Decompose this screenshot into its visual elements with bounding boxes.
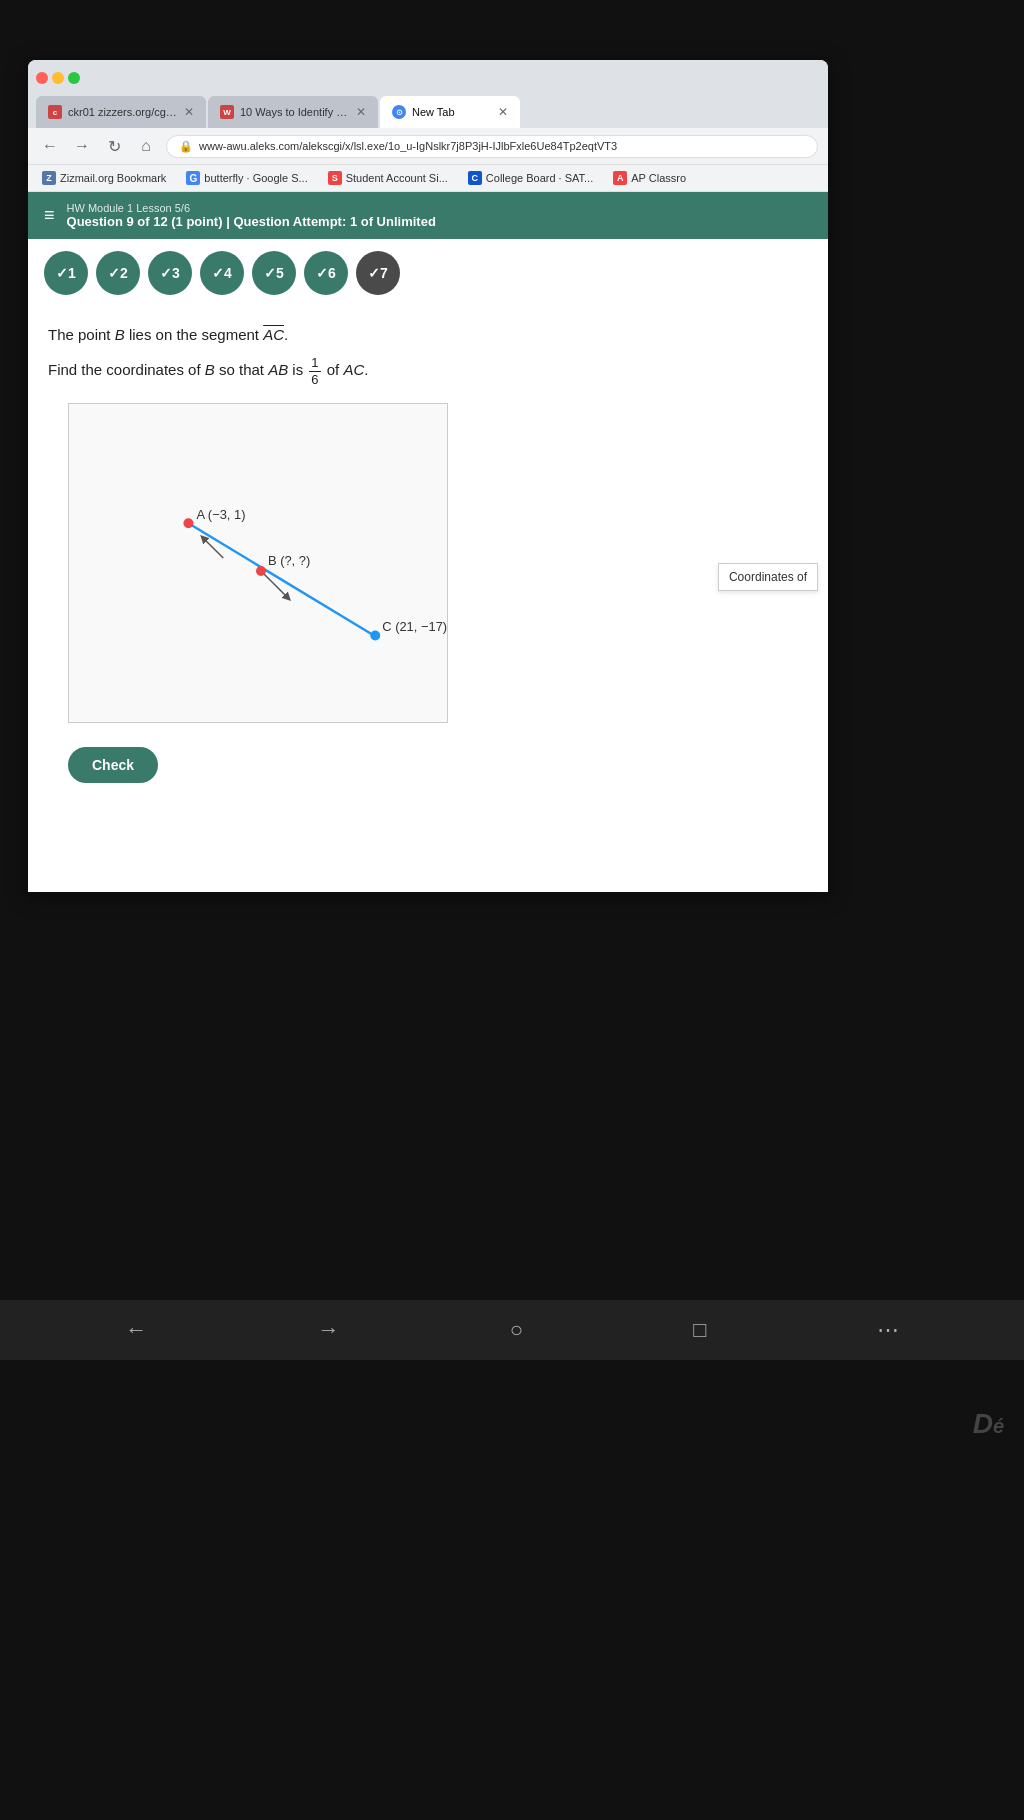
menu-icon[interactable]: ≡ — [44, 205, 55, 226]
forward-nav-button[interactable]: → — [70, 134, 94, 158]
coords-panel: Coordinates of — [718, 563, 818, 591]
svg-text:B (?, ?): B (?, ?) — [268, 553, 310, 568]
tab-close-witch[interactable]: ✕ — [356, 105, 366, 119]
svg-text:A (−3, 1): A (−3, 1) — [196, 507, 245, 522]
segment-ac-overline: AC — [263, 326, 284, 343]
bookmark-label-butterfly: butterfly · Google S... — [204, 172, 307, 184]
url-text: www-awu.aleks.com/alekscgi/x/lsl.exe/1o_… — [199, 140, 617, 152]
bookmark-label-collegeboard: College Board · SAT... — [486, 172, 593, 184]
bookmark-butterfly[interactable]: G butterfly · Google S... — [182, 169, 311, 187]
back-nav-button[interactable]: ← — [38, 134, 62, 158]
page-content: ≡ HW Module 1 Lesson 5/6 Question 9 of 1… — [28, 192, 828, 892]
graph-svg: A (−3, 1) B (?, ?) C (21, −17) — [69, 404, 447, 722]
mobile-recents-icon[interactable]: □ — [693, 1317, 706, 1343]
bookmark-zizmail[interactable]: Z Zizmail.org Bookmark — [38, 169, 170, 187]
q-btn-5[interactable]: ✓5 — [252, 251, 296, 295]
bookmark-favicon-collegeboard: C — [468, 171, 482, 185]
bookmark-collegeboard[interactable]: C College Board · SAT... — [464, 169, 597, 187]
minimize-button[interactable] — [52, 72, 64, 84]
q-btn-3[interactable]: ✓3 — [148, 251, 192, 295]
browser-window: c ckr01 zizzers.org/cgi-bin/ck/fbs ✕ W 1… — [28, 60, 828, 892]
hw-header-text: HW Module 1 Lesson 5/6 Question 9 of 12 … — [67, 202, 436, 229]
tab-label-witch: 10 Ways to Identify a Witch — [240, 106, 350, 118]
graph-wrapper: A (−3, 1) B (?, ?) C (21, −17) Coordinat… — [48, 403, 808, 723]
mobile-forward-icon[interactable]: → — [317, 1317, 339, 1343]
tab-witch[interactable]: W 10 Ways to Identify a Witch ✕ — [208, 96, 378, 128]
refresh-nav-button[interactable]: ↻ — [102, 134, 126, 158]
question-nav: ✓1 ✓2 ✓3 ✓4 ✓5 ✓6 ✓7 — [28, 239, 828, 307]
bookmarks-bar: Z Zizmail.org Bookmark G butterfly · Goo… — [28, 165, 828, 192]
bookmark-apclassro[interactable]: A AP Classro — [609, 169, 690, 187]
mobile-back-icon[interactable]: ← — [125, 1317, 147, 1343]
tab-ckr01[interactable]: c ckr01 zizzers.org/cgi-bin/ck/fbs ✕ — [36, 96, 206, 128]
problem-area: The point B lies on the segment AC. Find… — [28, 307, 828, 819]
svg-point-4 — [183, 518, 193, 528]
bookmark-favicon-student: S — [328, 171, 342, 185]
hw-question-label: Question 9 of 12 (1 point) | Question At… — [67, 214, 436, 229]
svg-point-8 — [370, 631, 380, 641]
problem-text-2: Find the coordinates of B so that AB is … — [48, 355, 808, 387]
tabs-bar: c ckr01 zizzers.org/cgi-bin/ck/fbs ✕ W 1… — [28, 96, 828, 128]
check-button[interactable]: Check — [68, 747, 158, 783]
bookmark-student[interactable]: S Student Account Si... — [324, 169, 452, 187]
desktop: c ckr01 zizzers.org/cgi-bin/ck/fbs ✕ W 1… — [0, 0, 1024, 1820]
home-nav-button[interactable]: ⌂ — [134, 134, 158, 158]
tab-newtab[interactable]: ⊙ New Tab ✕ — [380, 96, 520, 128]
fraction-one-sixth: 1 6 — [309, 355, 320, 387]
hw-header: ≡ HW Module 1 Lesson 5/6 Question 9 of 1… — [28, 192, 828, 239]
bookmark-favicon-apclassro: A — [613, 171, 627, 185]
tab-close-ckr01[interactable]: ✕ — [184, 105, 194, 119]
maximize-button[interactable] — [68, 72, 80, 84]
bookmark-favicon-zizmail: Z — [42, 171, 56, 185]
tab-label-ckr01: ckr01 zizzers.org/cgi-bin/ck/fbs — [68, 106, 178, 118]
fraction-numerator: 1 — [309, 355, 320, 372]
hw-module-label: HW Module 1 Lesson 5/6 — [67, 202, 436, 214]
url-bar[interactable]: 🔒 www-awu.aleks.com/alekscgi/x/lsl.exe/1… — [166, 135, 818, 158]
mobile-nav-bar: ← → ○ □ ⋯ — [0, 1300, 1024, 1360]
q-btn-2[interactable]: ✓2 — [96, 251, 140, 295]
q-btn-4[interactable]: ✓4 — [200, 251, 244, 295]
mobile-menu-icon[interactable]: ⋯ — [877, 1317, 899, 1343]
bookmark-label-student: Student Account Si... — [346, 172, 448, 184]
q-btn-6[interactable]: ✓6 — [304, 251, 348, 295]
bookmark-label-zizmail: Zizmail.org Bookmark — [60, 172, 166, 184]
tab-label-newtab: New Tab — [412, 106, 455, 118]
graph-container: A (−3, 1) B (?, ?) C (21, −17) — [68, 403, 448, 723]
address-bar: ← → ↻ ⌂ 🔒 www-awu.aleks.com/alekscgi/x/l… — [28, 128, 828, 165]
problem-text-1: The point B lies on the segment AC. — [48, 323, 808, 347]
tab-favicon-newtab: ⊙ — [392, 105, 406, 119]
bookmark-favicon-butterfly: G — [186, 171, 200, 185]
tab-favicon-witch: W — [220, 105, 234, 119]
tab-favicon-ckr01: c — [48, 105, 62, 119]
tab-close-newtab[interactable]: ✕ — [498, 105, 508, 119]
dell-logo: Dé — [973, 1408, 1004, 1440]
q-btn-1[interactable]: ✓1 — [44, 251, 88, 295]
mobile-home-icon[interactable]: ○ — [510, 1317, 523, 1343]
svg-point-6 — [256, 566, 266, 576]
svg-text:C (21, −17): C (21, −17) — [382, 619, 447, 634]
svg-rect-0 — [69, 404, 447, 722]
close-button[interactable] — [36, 72, 48, 84]
q-btn-7[interactable]: ✓7 — [356, 251, 400, 295]
coords-panel-label: Coordinates of — [729, 570, 807, 584]
bookmark-label-apclassro: AP Classro — [631, 172, 686, 184]
title-bar — [28, 60, 828, 96]
fraction-denominator: 6 — [309, 372, 320, 388]
